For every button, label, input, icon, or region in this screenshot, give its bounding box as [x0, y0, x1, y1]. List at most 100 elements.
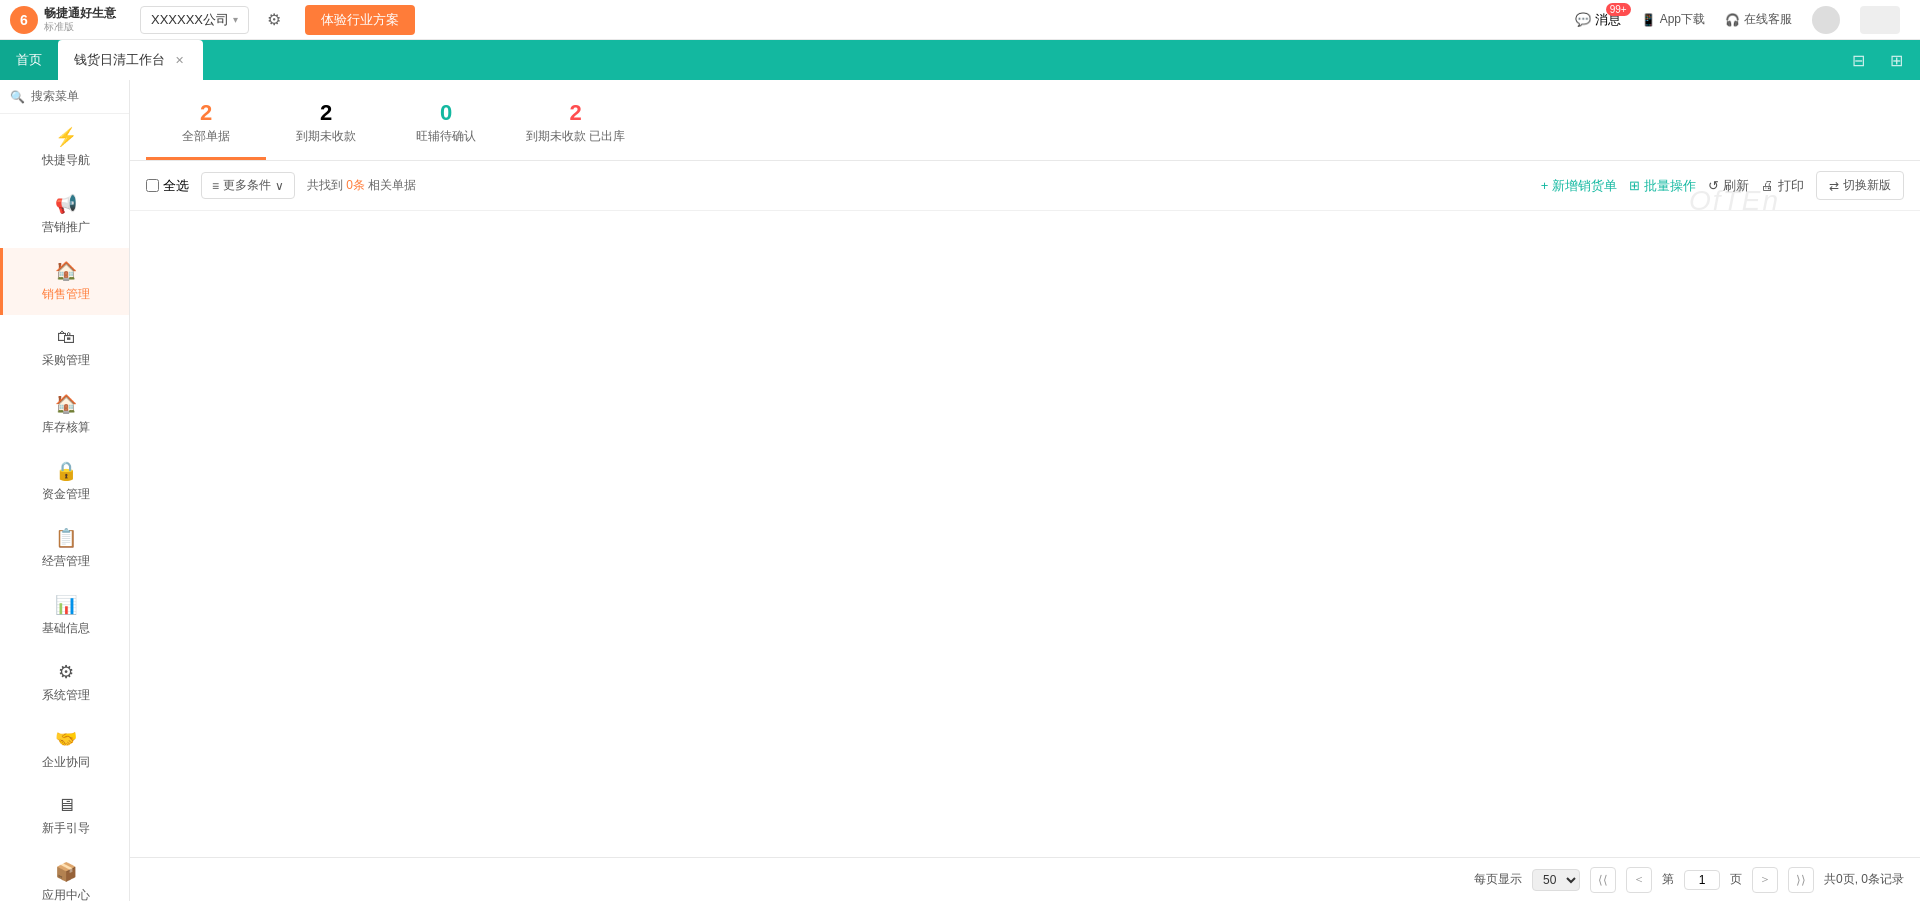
sidebar-item-quick-nav[interactable]: ⚡ 快捷导航 [0, 114, 129, 181]
batch-label: 批量操作 [1644, 177, 1696, 195]
batch-icon: ⊞ [1629, 178, 1640, 193]
pagination: 每页显示 50 ⟨⟨ ＜ 第 1 页 ＞ ⟩⟩ 共0页, 0条记录 [130, 857, 1920, 901]
page-first-btn[interactable]: ⟨⟨ [1590, 867, 1616, 893]
total-label: 共0页, 0条记录 [1824, 871, 1904, 888]
search-menu-btn[interactable]: 🔍 搜索菜单 [0, 80, 129, 114]
logo-sub: 标准版 [44, 21, 116, 33]
stat-label-wangwang: 旺辅待确认 [406, 128, 486, 145]
switch-version-btn[interactable]: ⇄ 切换新版 [1816, 171, 1904, 200]
search-icon: 🔍 [10, 90, 25, 104]
cooperation-icon: 🤝 [55, 728, 77, 750]
switch-icon: ⇄ [1829, 179, 1839, 193]
sidebar-item-label: 应用中心 [42, 887, 90, 901]
found-prefix: 共找到 [307, 178, 343, 192]
sidebar-item-label: 资金管理 [42, 486, 90, 503]
sidebar-item-sales[interactable]: 🏠 销售管理 [0, 248, 129, 315]
system-icon: ⚙ [58, 661, 74, 683]
sidebar-item-label: 采购管理 [42, 352, 90, 369]
sales-icon: 🏠 [55, 260, 77, 282]
sidebar-item-marketing[interactable]: 📢 营销推广 [0, 181, 129, 248]
per-page-select[interactable]: 50 [1532, 869, 1580, 891]
company-name: XXXXXX公司 [151, 11, 229, 29]
sidebar-item-cooperation[interactable]: 🤝 企业协同 [0, 716, 129, 783]
select-all-input[interactable] [146, 179, 159, 192]
online-service-btn[interactable]: 🎧 在线客服 [1725, 11, 1792, 28]
page-last-btn[interactable]: ⟩⟩ [1788, 867, 1814, 893]
logo-icon: 6 [10, 6, 38, 34]
filter-chevron-icon: ∨ [275, 179, 284, 193]
sidebar: 🔍 搜索菜单 ⚡ 快捷导航 📢 营销推广 🏠 销售管理 🛍 采购管理 🏠 库存核… [0, 80, 130, 901]
tab-home[interactable]: 首页 [0, 40, 58, 80]
operations-icon: 📋 [55, 527, 77, 549]
tab-work-label: 钱货日清工作台 [74, 51, 165, 69]
app-download-icon: 📱 [1641, 13, 1656, 27]
sidebar-item-purchase[interactable]: 🛍 采购管理 [0, 315, 129, 381]
company-selector[interactable]: XXXXXX公司 ▾ [140, 6, 249, 34]
sidebar-item-guide[interactable]: 🖥 新手引导 [0, 783, 129, 849]
sidebar-item-label: 系统管理 [42, 687, 90, 704]
tab-bar: 首页 钱货日清工作台 ✕ ⊟ ⊞ [0, 40, 1920, 80]
sidebar-item-finance[interactable]: 🔒 资金管理 [0, 448, 129, 515]
refresh-btn[interactable]: ↺ 刷新 [1708, 177, 1749, 195]
header-right: 💬 消息 99+ 📱 App下载 🎧 在线客服 [1575, 6, 1910, 34]
user-avatar2[interactable] [1860, 6, 1900, 34]
toolbar-right: + 新增销货单 ⊞ 批量操作 ↺ 刷新 🖨 打印 ⇄ 切换新版 [1537, 171, 1904, 200]
print-label: 打印 [1778, 177, 1804, 195]
app-center-icon: 📦 [55, 861, 77, 883]
sidebar-item-label: 快捷导航 [42, 152, 90, 169]
sidebar-item-basic-info[interactable]: 📊 基础信息 [0, 582, 129, 649]
main-layout: 🔍 搜索菜单 ⚡ 快捷导航 📢 营销推广 🏠 销售管理 🛍 采购管理 🏠 库存核… [0, 80, 1920, 901]
select-all-checkbox[interactable]: 全选 [146, 177, 189, 195]
message-area[interactable]: 💬 消息 99+ [1575, 11, 1621, 29]
logo-area: 6 畅捷通好生意 标准版 [10, 6, 140, 34]
stat-tab-overdue[interactable]: 2 到期未收款 [266, 92, 386, 160]
sidebar-item-inventory[interactable]: 🏠 库存核算 [0, 381, 129, 448]
tab-home-label: 首页 [16, 51, 42, 69]
stat-label-overdue-out: 到期未收款 已出库 [526, 128, 625, 145]
stat-label-all: 全部单据 [166, 128, 246, 145]
online-service-label: 在线客服 [1744, 11, 1792, 28]
try-btn[interactable]: 体验行业方案 [305, 5, 415, 35]
sidebar-item-operations[interactable]: 📋 经营管理 [0, 515, 129, 582]
close-icon[interactable]: ✕ [171, 52, 187, 68]
filter-btn[interactable]: ≡ 更多条件 ∨ [201, 172, 295, 199]
settings-icon[interactable]: ⚙ [259, 5, 289, 35]
page-input[interactable]: 1 [1684, 870, 1720, 890]
batch-action-btn[interactable]: ⊞ 批量操作 [1629, 177, 1696, 195]
top-header: 6 畅捷通好生意 标准版 XXXXXX公司 ▾ ⚙ 体验行业方案 💬 消息 99… [0, 0, 1920, 40]
page-next-btn[interactable]: ＞ [1752, 867, 1778, 893]
found-text: 共找到 0条 相关单据 [307, 177, 416, 194]
sidebar-item-label: 库存核算 [42, 419, 90, 436]
sidebar-item-system[interactable]: ⚙ 系统管理 [0, 649, 129, 716]
stats-tabs: 2 全部单据 2 到期未收款 0 旺辅待确认 2 到期未收款 已出库 [130, 80, 1920, 161]
per-page-label: 每页显示 [1474, 871, 1522, 888]
stat-num-overdue: 2 [286, 100, 366, 126]
sidebar-item-label: 营销推广 [42, 219, 90, 236]
new-sale-label: + 新增销货单 [1541, 177, 1617, 195]
tab-work[interactable]: 钱货日清工作台 ✕ [58, 40, 203, 80]
app-download-btn[interactable]: 📱 App下载 [1641, 11, 1705, 28]
print-btn[interactable]: 🖨 打印 [1761, 177, 1804, 195]
sidebar-item-app-center[interactable]: 📦 应用中心 [0, 849, 129, 901]
purchase-icon: 🛍 [57, 327, 75, 348]
new-sale-btn[interactable]: + 新增销货单 [1537, 177, 1617, 195]
tab-maximize-icon[interactable]: ⊞ [1882, 46, 1910, 74]
filter-icon: ≡ [212, 179, 219, 193]
found-suffix: 相关单据 [368, 178, 416, 192]
page-label2: 页 [1730, 871, 1742, 888]
refresh-label: 刷新 [1723, 177, 1749, 195]
sidebar-item-label: 基础信息 [42, 620, 90, 637]
stat-tab-all[interactable]: 2 全部单据 [146, 92, 266, 160]
message-badge: 99+ [1606, 3, 1631, 16]
table-area [130, 211, 1920, 857]
page-prev-btn[interactable]: ＜ [1626, 867, 1652, 893]
message-icon: 💬 [1575, 12, 1591, 27]
stat-tab-wangwang[interactable]: 0 旺辅待确认 [386, 92, 506, 160]
stat-tab-overdue-out[interactable]: 2 到期未收款 已出库 [506, 92, 645, 160]
tab-minimize-icon[interactable]: ⊟ [1844, 46, 1872, 74]
user-avatar[interactable] [1812, 6, 1840, 34]
marketing-icon: 📢 [55, 193, 77, 215]
stat-num-overdue-out: 2 [526, 100, 625, 126]
stat-num-all: 2 [166, 100, 246, 126]
stat-num-wangwang: 0 [406, 100, 486, 126]
